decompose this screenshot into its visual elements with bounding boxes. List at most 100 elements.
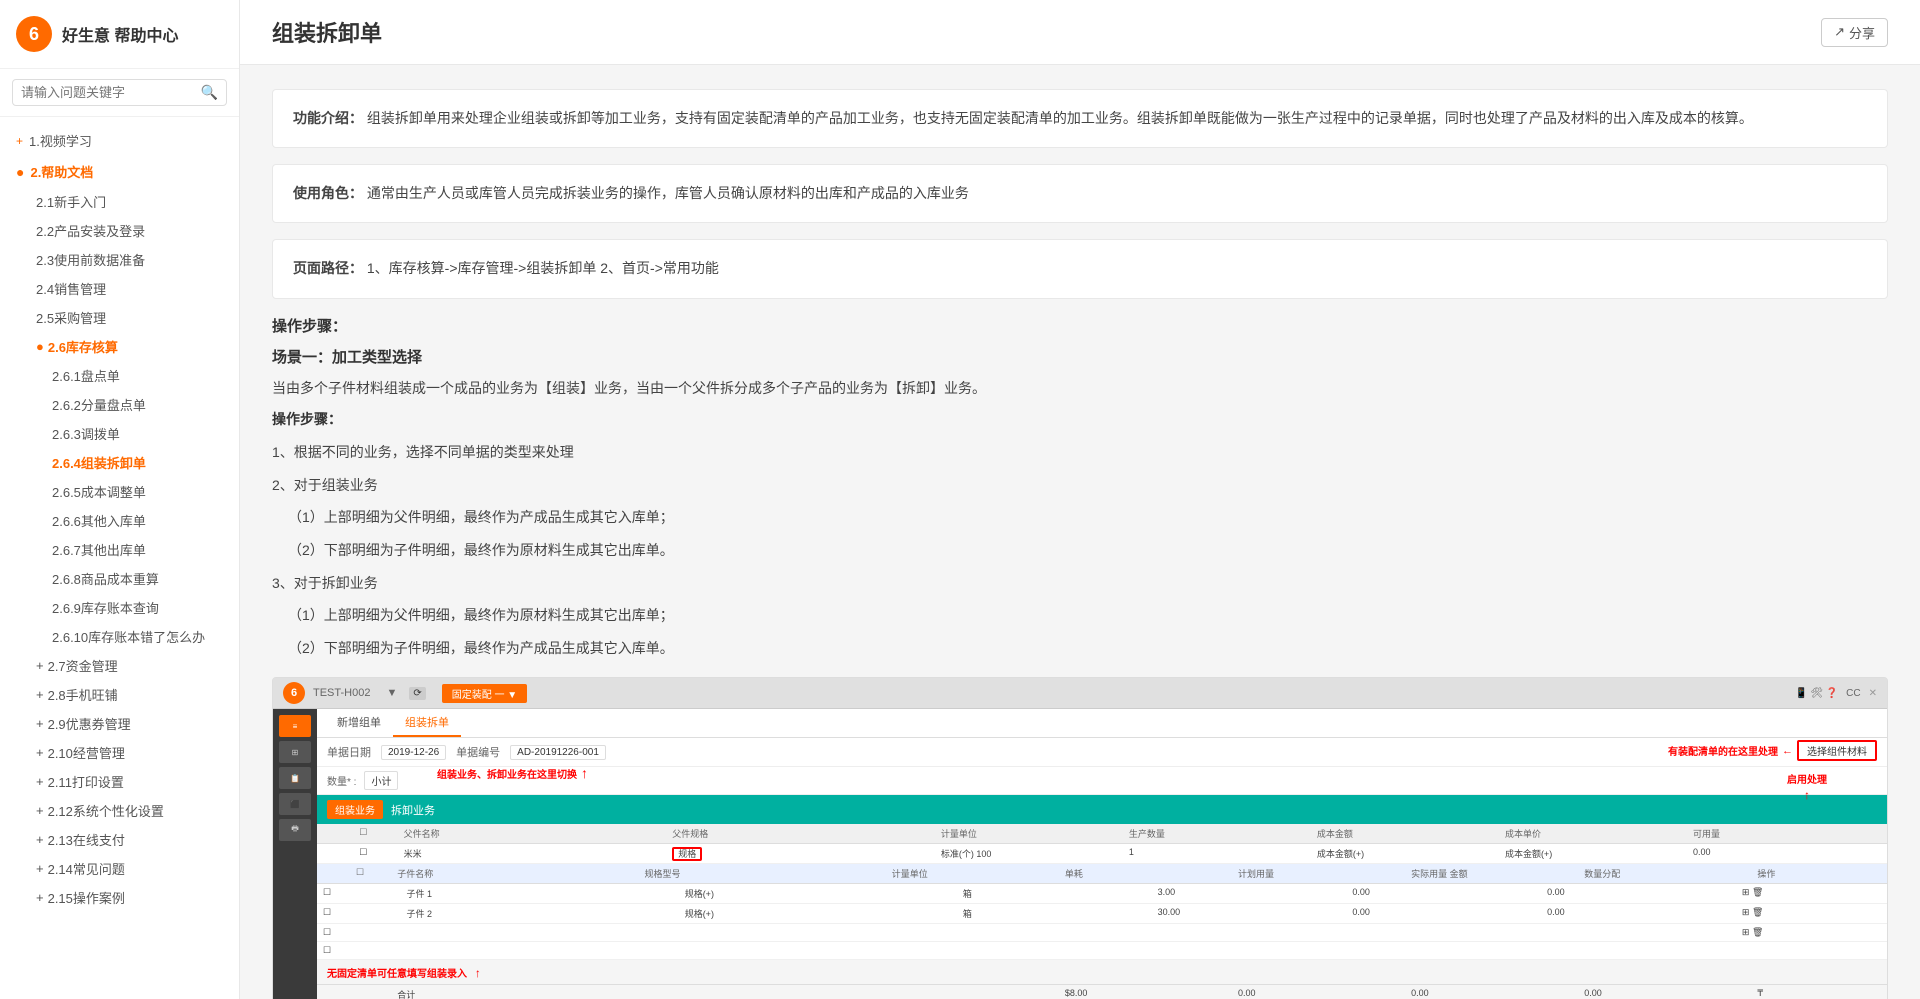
sidebar-item-2-10[interactable]: +2.10经营管理 — [0, 738, 239, 767]
step3: 3、对于拆卸业务 — [272, 570, 1888, 597]
path-label: 页面路径： — [293, 260, 363, 276]
th-col5: 成本金额 — [1317, 827, 1505, 840]
mock-green-bar: 组装业务 拆卸业务 — [317, 795, 1887, 824]
sidebar-item-2-6-7[interactable]: 2.6.7其他出库单 — [0, 535, 239, 564]
search-input[interactable] — [21, 85, 201, 100]
mock-sub-row-1: ☐ 子件 1 规格(+) 箱 3.00 0.00 0.00 ⊞ 🗑 — [317, 884, 1887, 904]
mock-tab-bar: 新增组单 组装拆单 — [317, 709, 1887, 738]
th-col2: 父件规格 — [672, 827, 941, 840]
mock-field1-label: 单据编号 — [456, 744, 500, 760]
td-unit: 标准(个) 100 — [941, 847, 1129, 860]
mock-sub-table-header: ☐ 子件名称 规格型号 计量单位 单耗 计划用量 实际用量 金额 数量分配 操作 — [317, 864, 1887, 884]
sidebar-item-2-3[interactable]: 2.3使用前数据准备 — [0, 245, 239, 274]
mock-select-btn: 选择组件材料 — [1797, 740, 1877, 761]
scene1-desc: 当由多个子件材料组装成一个成品的业务为【组装】业务，当由一个父件拆分成多个子产品… — [272, 375, 1888, 402]
role-block: 使用角色： 通常由生产人员或库管人员完成拆装业务的操作，库管人员确认原材料的出库… — [272, 164, 1888, 223]
step3-2: （2）下部明细为子件明细，最终作为产成品生成其它入库单。 — [272, 635, 1888, 662]
share-button[interactable]: ↗ 分享 — [1821, 18, 1888, 47]
sidebar-item-2-4[interactable]: 2.4销售管理 — [0, 274, 239, 303]
plus-icon-video: + — [16, 134, 23, 148]
plus-icon-2-7: + — [36, 658, 44, 673]
mock-tab-1[interactable]: 新增组单 — [325, 709, 393, 737]
th-col4: 生产数量 — [1129, 827, 1317, 840]
sub-td-ops-3: ⊞ 🗑 — [1742, 927, 1881, 938]
td-qty: 1 — [1129, 847, 1317, 860]
sidebar-item-2-1[interactable]: 2.1新手入门 — [0, 187, 239, 216]
share-icon: ↗ — [1834, 24, 1845, 40]
td-cost: 成本金额(+) — [1317, 847, 1505, 860]
sub-td-real-3 — [1547, 927, 1742, 938]
ops-section: 操作步骤： 场景一：加工类型选择 当由多个子件材料组装成一个成品的业务为【组装】… — [272, 315, 1888, 662]
sidebar-item-2-6-10[interactable]: 2.6.10库存账本错了怎么办 — [0, 622, 239, 651]
sidebar-item-docs[interactable]: ● 2.帮助文档 — [0, 156, 239, 187]
sidebar-item-2-8[interactable]: +2.8手机旺铺 — [0, 680, 239, 709]
sidebar-item-video[interactable]: + 1.视频学习 — [0, 125, 239, 156]
sidebar-item-2-6-1[interactable]: 2.6.1盘点单 — [0, 361, 239, 390]
step3-1: （1）上部明细为父件明细，最终作为原材料生成其它出库单； — [272, 602, 1888, 629]
mock-table-row-1: ☐ 米米 规格 标准(个) 100 1 成本金额(+) 成本金额(+) 0.00 — [317, 844, 1887, 864]
mock-nav-2: ⊞ — [279, 741, 311, 763]
sidebar-item-2-5[interactable]: 2.5采购管理 — [0, 303, 239, 332]
sidebar-item-2-6-8[interactable]: 2.6.8商品成本重算 — [0, 564, 239, 593]
sidebar-item-2-6-4[interactable]: 2.6.4组装拆卸单 — [0, 448, 239, 477]
sub-td-spec-1: 规格(+) — [685, 887, 963, 900]
sub-td-name-1: 子件 1 — [406, 887, 684, 900]
content-area: 功能介绍： 组装拆卸单用来处理企业组装或拆卸等加工业务，支持有固定装配清单的产品… — [240, 65, 1920, 999]
sidebar-item-2-12[interactable]: +2.12系统个性化设置 — [0, 796, 239, 825]
sub-td-unit-3 — [963, 927, 1158, 938]
intro-text: 组装拆卸单用来处理企业组装或拆卸等加工业务，支持有固定装配清单的产品加工业务，也… — [367, 110, 1753, 126]
mock-qty-label: 数量* : — [327, 773, 356, 788]
step2-2: （2）下部明细为子件明细，最终作为原材料生成其它出库单。 — [272, 537, 1888, 564]
mock-nav-1: ≡ — [279, 715, 311, 737]
sub-td-real-1: 0.00 — [1547, 887, 1742, 900]
sidebar-item-2-6-5[interactable]: 2.6.5成本调整单 — [0, 477, 239, 506]
mock-dropdown: ▼ — [386, 687, 397, 699]
search-icon[interactable]: 🔍 — [201, 84, 218, 101]
annotation2-area: 组装业务、拆卸业务在这里切换 ↑ — [437, 765, 588, 781]
sub-td-ops-1: ⊞ 🗑 — [1742, 887, 1881, 900]
mock-nav-4: ⬛ — [279, 793, 311, 815]
mock-nav-5: 🖶 — [279, 819, 311, 841]
sidebar-item-2-6-2[interactable]: 2.6.2分量盘点单 — [0, 390, 239, 419]
sub-td-name-2: 子件 2 — [406, 907, 684, 920]
mock-body-wrap: ≡ ⊞ 📋 ⬛ 🖶 新增组单 组装拆单 单据日期 2 — [273, 709, 1887, 999]
ops-steps-title: 操作步骤： — [272, 315, 1888, 336]
plus-icon-2-13: + — [36, 832, 44, 847]
td-name: 米米 — [404, 847, 673, 860]
mock-close[interactable]: ✕ — [1869, 688, 1877, 699]
sidebar-item-2-13[interactable]: +2.13在线支付 — [0, 825, 239, 854]
sidebar-item-2-7[interactable]: +2.7资金管理 — [0, 651, 239, 680]
plus-icon-2-9: + — [36, 716, 44, 731]
sidebar-item-2-14[interactable]: +2.14常见问题 — [0, 854, 239, 883]
sub-th-check: ☐ — [323, 867, 397, 880]
sub-td-plan-3 — [1352, 927, 1547, 938]
sidebar-item-2-6-9[interactable]: 2.6.9库存账本查询 — [0, 593, 239, 622]
mock-sub-row: 数量* : 小计 组装业务、拆卸业务在这里切换 ↑ 启用处理 ↑ — [317, 767, 1887, 795]
sub-td-name-3 — [406, 927, 684, 938]
th-col6: 成本单价 — [1505, 827, 1693, 840]
annotation1-text: 有装配清单的在这里处理 — [1668, 743, 1778, 758]
sidebar-item-2-2[interactable]: 2.2产品安装及登录 — [0, 216, 239, 245]
sidebar-item-2-6-3[interactable]: 2.6.3调拨单 — [0, 419, 239, 448]
sidebar-item-2-6-6[interactable]: 2.6.6其他入库单 — [0, 506, 239, 535]
mock-tab-2[interactable]: 组装拆单 — [393, 709, 461, 737]
mock-qty-val: 小计 — [364, 771, 398, 790]
sub-th-col3: 计量单位 — [892, 867, 1065, 880]
sub-th-col2: 规格型号 — [644, 867, 891, 880]
total-label: 合计 — [397, 988, 644, 999]
sub-td-check-2: ☐ — [323, 907, 406, 920]
annotation4-area: 无固定清单可任意填写组装录入 ↑ — [317, 960, 1887, 984]
sidebar-item-2-15[interactable]: +2.15操作案例 — [0, 883, 239, 912]
sub-td-real-2: 0.00 — [1547, 907, 1742, 920]
sidebar-item-2-11[interactable]: +2.11打印设置 — [0, 767, 239, 796]
mock-sub-row-2: ☐ 子件 2 规格(+) 箱 30.00 0.00 0.00 ⊞ 🗑 — [317, 904, 1887, 924]
sub-th-col1: 子件名称 — [397, 867, 644, 880]
sub-td-check-3: ☐ — [323, 927, 406, 938]
minus-icon-2-6: ● — [36, 339, 44, 354]
minus-icon-docs: ● — [16, 164, 24, 180]
sidebar-item-2-6[interactable]: ● 2.6库存核算 — [0, 332, 239, 361]
annotation1-arrow: ← — [1782, 745, 1793, 757]
sidebar-item-2-9[interactable]: +2.9优惠券管理 — [0, 709, 239, 738]
scene1-title: 场景一：加工类型选择 — [272, 346, 1888, 367]
total-ops: ₸ — [1757, 988, 1881, 999]
